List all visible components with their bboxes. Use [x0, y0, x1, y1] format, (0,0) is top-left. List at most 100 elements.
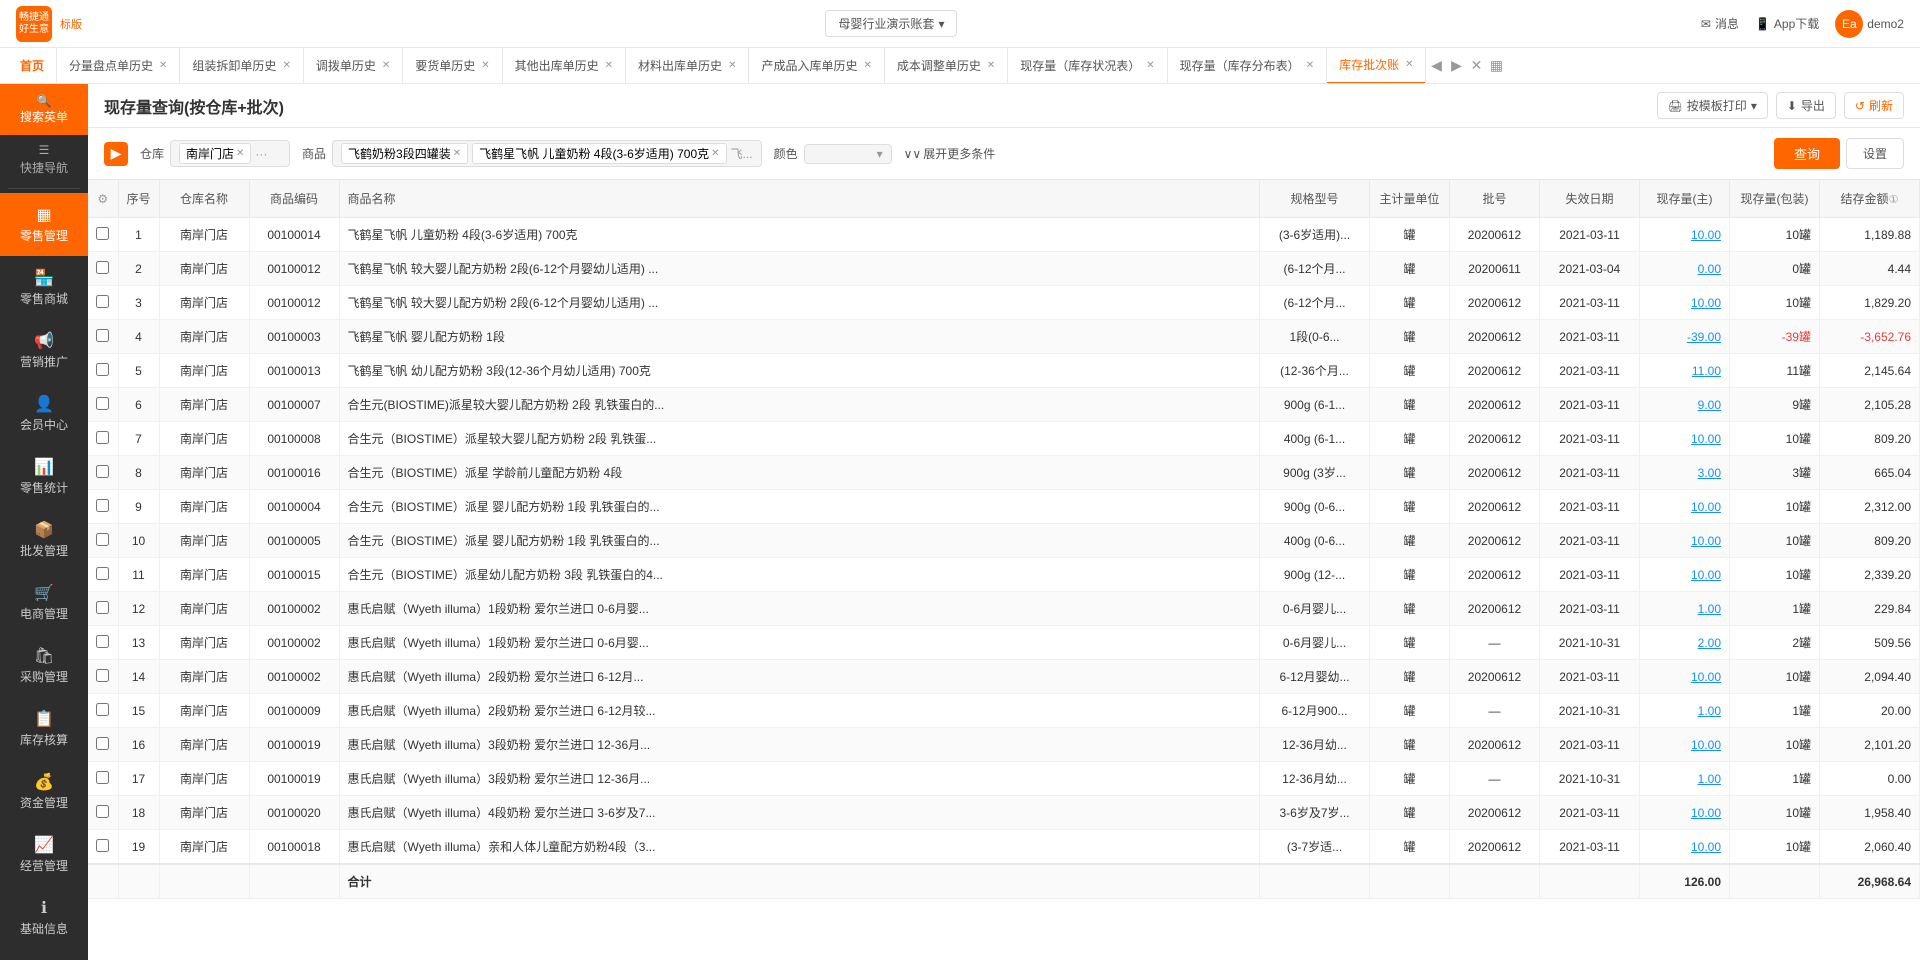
user-area[interactable]: Ea demo2: [1835, 10, 1904, 38]
row-check-input[interactable]: [96, 737, 109, 750]
row-check-input[interactable]: [96, 669, 109, 682]
expand-more-btn[interactable]: ∨∨ 展开更多条件: [904, 145, 996, 162]
row-checkbox[interactable]: [88, 524, 118, 558]
tab-close-icon[interactable]: ✕: [382, 60, 390, 71]
row-checkbox[interactable]: [88, 694, 118, 728]
tab-close-icon[interactable]: ✕: [987, 60, 995, 71]
sidebar-item-pifa[interactable]: 📦 批发管理: [0, 508, 88, 571]
tab-next-btn[interactable]: ▶: [1446, 48, 1466, 84]
row-checkbox[interactable]: [88, 422, 118, 456]
tab-chanchengpin[interactable]: 产成品入库单历史 ✕: [749, 48, 884, 84]
row-check-input[interactable]: [96, 635, 109, 648]
message-btn[interactable]: ✉ 消息: [1701, 15, 1739, 32]
sidebar-item-kuaijiedaohang[interactable]: ☰ 快捷导航: [0, 135, 88, 184]
tab-diaobo[interactable]: 调拨单历史 ✕: [304, 48, 403, 84]
row-checkbox[interactable]: [88, 728, 118, 762]
sidebar-item-zijin[interactable]: 💰 资金管理: [0, 760, 88, 823]
row-checkbox[interactable]: [88, 592, 118, 626]
row-checkbox[interactable]: [88, 626, 118, 660]
tab-close-icon[interactable]: ✕: [1146, 60, 1154, 71]
row-check-input[interactable]: [96, 295, 109, 308]
app-download-btn[interactable]: 📱 App下载: [1755, 15, 1819, 32]
sidebar-item-huiyuan[interactable]: 👤 会员中心: [0, 382, 88, 445]
warehouse-tags[interactable]: 南岸门店 ✕ ···: [170, 140, 290, 167]
amount-info-icon[interactable]: ①: [1889, 194, 1899, 206]
tab-cailiaochuku[interactable]: 材料出库单历史 ✕: [626, 48, 749, 84]
tab-close-icon[interactable]: ✕: [728, 60, 736, 71]
row-checkbox[interactable]: [88, 830, 118, 865]
sidebar-item-dianshang[interactable]: 🛒 电商管理: [0, 571, 88, 634]
sidebar-item-kucunhesuan[interactable]: 📋 库存核算: [0, 697, 88, 760]
sidebar-item-jingying[interactable]: 📈 经营管理: [0, 823, 88, 886]
tab-yaohuo[interactable]: 要货单历史 ✕: [403, 48, 502, 84]
tab-xiancunliang1[interactable]: 现存量（库存状况表） ✕: [1008, 48, 1167, 84]
tab-menu-btn[interactable]: ▦: [1486, 48, 1506, 84]
goods-tag-remove-2[interactable]: ✕: [711, 148, 719, 159]
row-checkbox[interactable]: [88, 320, 118, 354]
sidebar-search[interactable]: 🔍 搜索英单: [0, 84, 88, 135]
row-checkbox[interactable]: [88, 218, 118, 252]
tab-qitachuku[interactable]: 其他出库单历史 ✕: [503, 48, 626, 84]
goods-tag-remove-1[interactable]: ✕: [453, 148, 461, 159]
row-checkbox[interactable]: [88, 388, 118, 422]
row-check-input[interactable]: [96, 839, 109, 852]
filter-expand-button[interactable]: ▶: [104, 142, 128, 166]
sidebar-item-caigou[interactable]: 🛍 采购管理: [0, 634, 88, 697]
row-check-input[interactable]: [96, 431, 109, 444]
row-checkbox[interactable]: [88, 286, 118, 320]
export-button[interactable]: ⬇ 导出: [1776, 92, 1836, 119]
row-check-input[interactable]: [96, 533, 109, 546]
tab-close-icon[interactable]: ✕: [282, 60, 290, 71]
row-checkbox[interactable]: [88, 660, 118, 694]
goods-tags-area[interactable]: 飞鹤奶粉3段四罐装 ✕ 飞鹤星飞帆 儿童奶粉 4段(3-6岁适用) 700克 ✕…: [332, 140, 762, 167]
goods-more[interactable]: 飞...: [731, 145, 753, 162]
color-dropdown[interactable]: ▾: [804, 144, 892, 164]
sidebar-item-lingshouchengcheng[interactable]: 🏪 零售商城: [0, 256, 88, 319]
row-check-input[interactable]: [96, 567, 109, 580]
settings-icon[interactable]: ⚙: [97, 192, 108, 206]
row-check-input[interactable]: [96, 261, 109, 274]
row-checkbox[interactable]: [88, 354, 118, 388]
row-check-input[interactable]: [96, 363, 109, 376]
tab-close-icon[interactable]: ✕: [159, 60, 167, 71]
row-check-input[interactable]: [96, 397, 109, 410]
refresh-button[interactable]: ↺ 刷新: [1844, 92, 1904, 119]
row-check-input[interactable]: [96, 499, 109, 512]
tab-close-icon[interactable]: ✕: [605, 60, 613, 71]
sidebar-item-xitong[interactable]: ⚙ 系统管理: [0, 949, 88, 960]
row-check-input[interactable]: [96, 771, 109, 784]
tab-chengbendiaozheng[interactable]: 成本调整单历史 ✕: [885, 48, 1008, 84]
row-check-input[interactable]: [96, 329, 109, 342]
row-check-input[interactable]: [96, 601, 109, 614]
row-checkbox[interactable]: [88, 252, 118, 286]
filter-more-icon[interactable]: ···: [255, 147, 267, 161]
tab-prev-btn[interactable]: ◀: [1426, 48, 1446, 84]
tab-close-icon[interactable]: ✕: [1306, 60, 1314, 71]
settings-button[interactable]: 设置: [1846, 138, 1904, 169]
row-checkbox[interactable]: [88, 456, 118, 490]
row-checkbox[interactable]: [88, 490, 118, 524]
sidebar-item-lingshoutongji[interactable]: 📊 零售统计: [0, 445, 88, 508]
system-selector[interactable]: 母婴行业演示账套 ▾: [825, 10, 957, 37]
sidebar-item-yingxiao[interactable]: 📢 营销推广: [0, 319, 88, 382]
search-button[interactable]: 查询: [1774, 138, 1840, 169]
row-check-input[interactable]: [96, 465, 109, 478]
tab-close-icon[interactable]: ✕: [863, 60, 871, 71]
tab-home[interactable]: 首页: [8, 48, 57, 84]
tab-close-icon[interactable]: ✕: [481, 60, 489, 71]
print-button[interactable]: 🖨 按模板打印 ▾: [1657, 92, 1768, 119]
row-checkbox[interactable]: [88, 558, 118, 592]
tag-remove-icon[interactable]: ✕: [236, 148, 244, 159]
tab-xiancunliang2[interactable]: 现存量（库存分布表） ✕: [1168, 48, 1327, 84]
tab-fenliangpandian[interactable]: 分量盘点单历史 ✕: [57, 48, 180, 84]
sidebar-item-jichu[interactable]: ℹ 基础信息: [0, 886, 88, 949]
row-checkbox[interactable]: [88, 796, 118, 830]
row-check-input[interactable]: [96, 703, 109, 716]
tab-close-icon[interactable]: ✕: [1405, 59, 1413, 70]
tab-close-all-btn[interactable]: ✕: [1466, 48, 1486, 84]
row-check-input[interactable]: [96, 227, 109, 240]
tab-zuzhuangchaijian[interactable]: 组装拆卸单历史 ✕: [180, 48, 303, 84]
row-checkbox[interactable]: [88, 762, 118, 796]
sidebar-item-lingshouchuli[interactable]: ▦ 零售管理: [0, 193, 88, 256]
row-check-input[interactable]: [96, 805, 109, 818]
